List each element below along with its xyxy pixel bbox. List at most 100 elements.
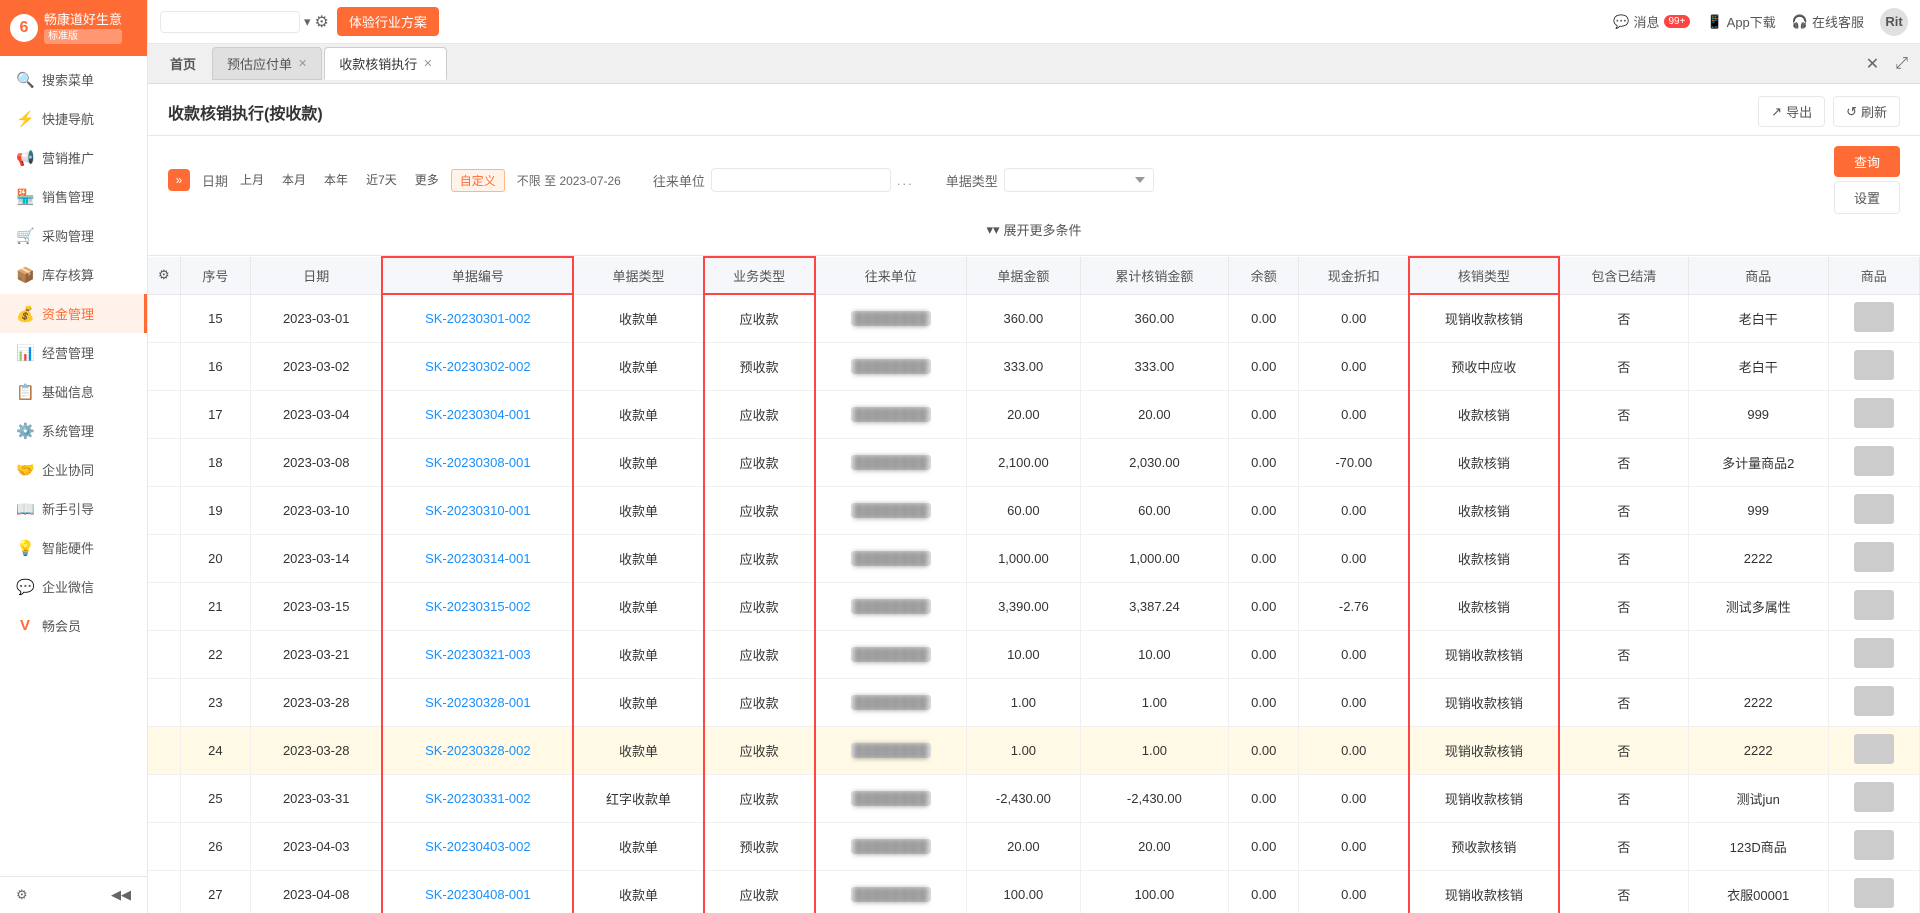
td-bill-no[interactable]: SK-20230310-001	[382, 486, 573, 534]
td-cumulative: 360.00	[1080, 294, 1228, 342]
td-product-img	[1828, 774, 1919, 822]
bill-no-link[interactable]: SK-20230331-002	[425, 791, 531, 806]
td-bill-no[interactable]: SK-20230308-001	[382, 438, 573, 486]
bill-no-link[interactable]: SK-20230403-002	[425, 839, 531, 854]
td-balance: 0.00	[1229, 870, 1299, 913]
sidebar-item-enterprise[interactable]: 🤝 企业协同	[0, 450, 147, 489]
td-bill-no[interactable]: SK-20230331-002	[382, 774, 573, 822]
th-settings[interactable]: ⚙	[148, 257, 180, 294]
td-bill-type: 收款单	[573, 582, 703, 630]
member-icon: V	[16, 617, 34, 634]
sidebar-item-guide[interactable]: 📖 新手引导	[0, 489, 147, 528]
filter-expand-button[interactable]: »	[168, 169, 190, 191]
sidebar-item-purchase[interactable]: 🛒 采购管理	[0, 216, 147, 255]
bill-no-link[interactable]: SK-20230314-001	[425, 551, 531, 566]
td-bill-amount: 100.00	[967, 870, 1081, 913]
column-settings-icon[interactable]: ⚙	[158, 267, 170, 282]
bill-no-link[interactable]: SK-20230301-002	[425, 311, 531, 326]
app-download-item[interactable]: 📱 App下载	[1706, 12, 1775, 31]
td-bill-no[interactable]: SK-20230301-002	[382, 294, 573, 342]
expand-more-bar[interactable]: ▾▾ 展开更多条件	[168, 214, 1900, 245]
bill-no-link[interactable]: SK-20230304-001	[425, 407, 531, 422]
sidebar-item-wechat[interactable]: 💬 企业微信	[0, 567, 147, 606]
td-settings	[148, 774, 180, 822]
tab-prepay[interactable]: 预估应付单 ✕	[212, 47, 322, 80]
td-partner: ████████	[815, 486, 967, 534]
td-bill-amount: 10.00	[967, 630, 1081, 678]
sidebar-item-sales[interactable]: 🏪 销售管理	[0, 177, 147, 216]
td-bill-no[interactable]: SK-20230321-003	[382, 630, 573, 678]
td-bill-amount: 20.00	[967, 822, 1081, 870]
bill-no-link[interactable]: SK-20230408-001	[425, 887, 531, 902]
sidebar-item-search[interactable]: 🔍 搜索菜单	[0, 60, 147, 99]
date-this-year[interactable]: 本年	[318, 169, 354, 192]
industry-solution-button[interactable]: 体验行业方案	[337, 7, 439, 36]
td-seq: 19	[180, 486, 250, 534]
tab-receipt-verify[interactable]: 收款核销执行 ✕	[324, 47, 447, 80]
topbar-settings-icon[interactable]: ⚙	[315, 12, 329, 32]
td-bill-no[interactable]: SK-20230328-001	[382, 678, 573, 726]
td-bill-no[interactable]: SK-20230328-002	[382, 726, 573, 774]
td-bill-no[interactable]: SK-20230302-002	[382, 342, 573, 390]
td-bill-no[interactable]: SK-20230314-001	[382, 534, 573, 582]
sidebar-item-system[interactable]: ⚙️ 系统管理	[0, 411, 147, 450]
tab-receipt-close[interactable]: ✕	[423, 57, 432, 70]
online-service-label: 在线客服	[1812, 12, 1864, 31]
sidebar-item-inventory[interactable]: 📦 库存核算	[0, 255, 147, 294]
refresh-button[interactable]: ↺ 刷新	[1833, 96, 1900, 127]
td-cash-discount: -70.00	[1299, 438, 1409, 486]
bill-no-link[interactable]: SK-20230310-001	[425, 503, 531, 518]
td-bill-no[interactable]: SK-20230315-002	[382, 582, 573, 630]
date-more[interactable]: 更多	[409, 169, 445, 192]
bill-no-link[interactable]: SK-20230315-002	[425, 599, 531, 614]
export-button[interactable]: ↗ 导出	[1758, 96, 1825, 127]
bill-no-link[interactable]: SK-20230308-001	[425, 455, 531, 470]
sidebar-item-marketing[interactable]: 📢 营销推广	[0, 138, 147, 177]
td-seq: 25	[180, 774, 250, 822]
topbar: ▾ ⚙ 体验行业方案 💬 消息 99+ 📱 App下载 🎧 在线客服 Rit	[148, 0, 1920, 44]
tab-home[interactable]: 首页	[156, 48, 210, 79]
online-service-item[interactable]: 🎧 在线客服	[1792, 12, 1864, 31]
date-7days[interactable]: 近7天	[360, 169, 403, 192]
td-balance: 0.00	[1229, 438, 1299, 486]
sidebar-item-quick-nav[interactable]: ⚡ 快捷导航	[0, 99, 147, 138]
td-partner: ████████	[815, 294, 967, 342]
message-item[interactable]: 💬 消息 99+	[1613, 12, 1690, 31]
td-partner: ████████	[815, 438, 967, 486]
window-close-button[interactable]: ✕	[1862, 50, 1883, 78]
date-this-month[interactable]: 本月	[276, 169, 312, 192]
sidebar-item-operations[interactable]: 📊 经营管理	[0, 333, 147, 372]
td-biz-type: 应收款	[704, 582, 815, 630]
dropdown-arrow-icon[interactable]: ▾	[304, 14, 311, 30]
td-seq: 23	[180, 678, 250, 726]
sidebar-item-basic-info[interactable]: 📋 基础信息	[0, 372, 147, 411]
bill-no-link[interactable]: SK-20230321-003	[425, 647, 531, 662]
sidebar-item-label: 新手引导	[42, 499, 94, 518]
sidebar-item-hardware[interactable]: 💡 智能硬件	[0, 528, 147, 567]
date-prev-month[interactable]: 上月	[234, 169, 270, 192]
bill-no-link[interactable]: SK-20230328-001	[425, 695, 531, 710]
topbar-search-input[interactable]	[160, 11, 300, 33]
tab-prepay-close[interactable]: ✕	[298, 57, 307, 70]
td-bill-no[interactable]: SK-20230408-001	[382, 870, 573, 913]
bill-type-select[interactable]	[1004, 168, 1154, 192]
td-bill-no[interactable]: SK-20230403-002	[382, 822, 573, 870]
window-maximize-button[interactable]: ⤢	[1891, 50, 1912, 78]
filter-setting-button[interactable]: 设置	[1834, 181, 1900, 214]
user-avatar[interactable]: Rit	[1880, 8, 1908, 36]
th-bill-no: 单据编号	[382, 257, 573, 294]
bill-no-link[interactable]: SK-20230328-002	[425, 743, 531, 758]
topbar-brand: ▾ ⚙	[160, 11, 329, 33]
query-button[interactable]: 查询	[1834, 146, 1900, 177]
td-bill-type: 收款单	[573, 822, 703, 870]
partner-dots[interactable]: ...	[897, 173, 914, 188]
date-custom[interactable]: 自定义	[451, 169, 505, 192]
sidebar-item-member[interactable]: V 畅会员	[0, 606, 147, 645]
partner-input[interactable]	[711, 168, 891, 192]
sidebar-item-finance[interactable]: 💰 资金管理	[0, 294, 147, 333]
sidebar-collapse-icon[interactable]: ◀◀	[111, 887, 131, 903]
sidebar-settings-icon[interactable]: ⚙	[16, 887, 28, 903]
bill-no-link[interactable]: SK-20230302-002	[425, 359, 531, 374]
td-bill-no[interactable]: SK-20230304-001	[382, 390, 573, 438]
partner-label: 往来单位	[653, 171, 705, 190]
